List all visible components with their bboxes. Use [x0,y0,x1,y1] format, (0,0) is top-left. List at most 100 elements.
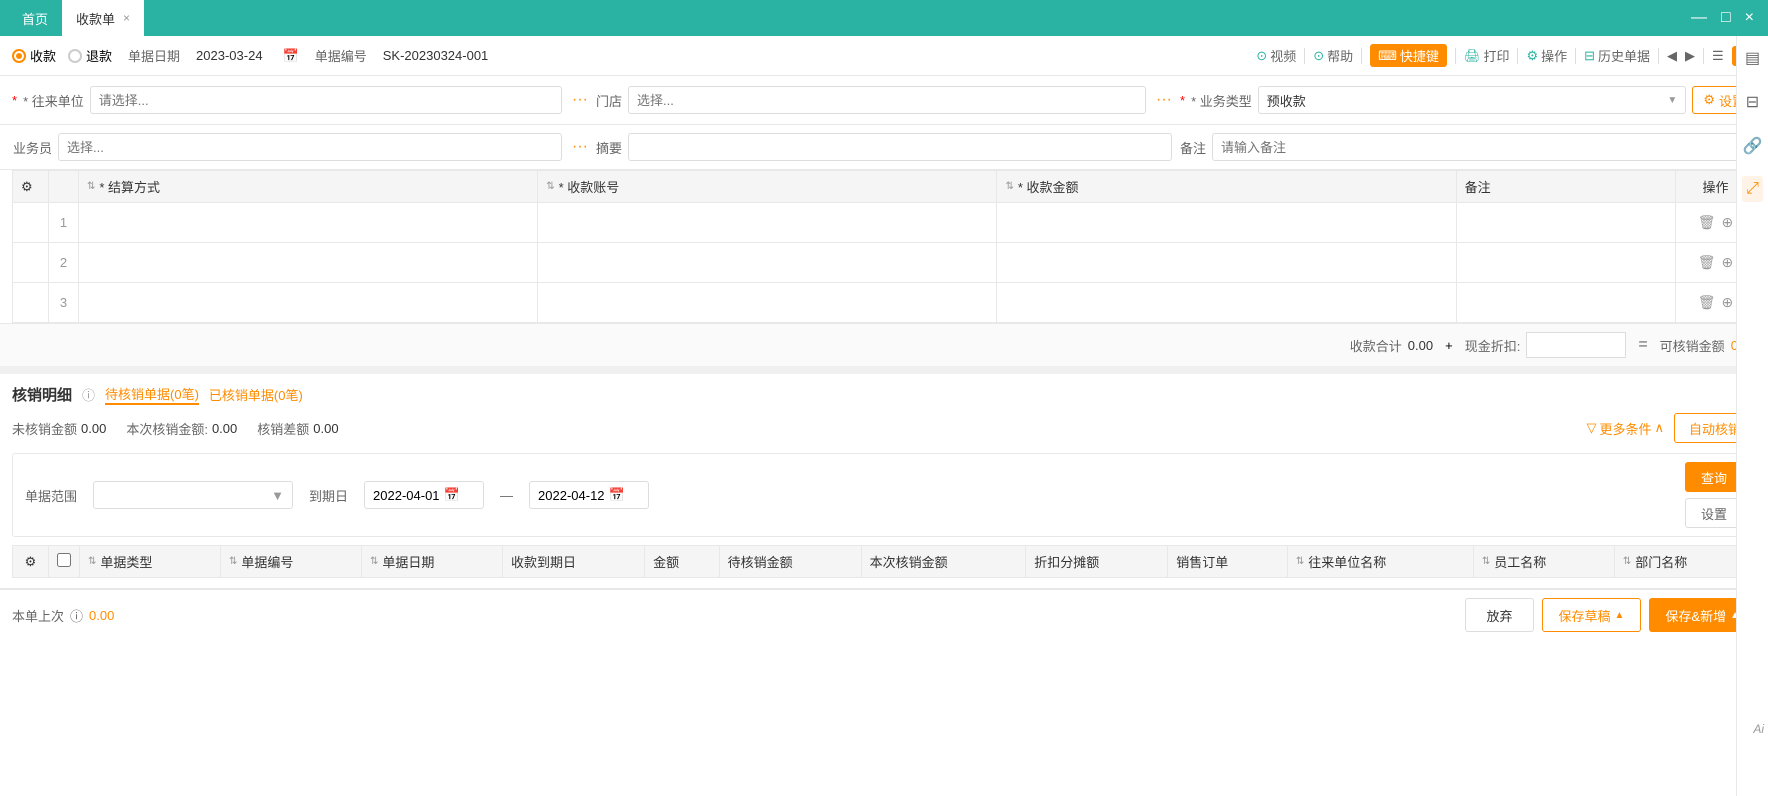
copy-icon-2[interactable]: ⊕ [1722,254,1734,271]
th-account[interactable]: ⇅* 收款账号 [538,171,997,203]
sidebar-icon-expand[interactable]: ⤢ [1742,176,1763,202]
nav-tab-close[interactable]: × [123,11,130,25]
nav-prev[interactable]: ◀ [1667,48,1677,64]
biz-type-label: * 业务类型 [1191,91,1252,110]
shortcut-btn[interactable]: ⌨ 快捷键 [1370,44,1447,67]
counterpart-more[interactable]: ··· [572,91,588,109]
td-account-3[interactable] [538,283,997,323]
bth-date-label: 单据日期 [382,552,434,571]
remark-input[interactable] [1212,133,1756,161]
store-input[interactable] [628,86,1146,114]
tab-done[interactable]: 已核销单据(0笔) [209,385,303,404]
divider1 [1304,48,1305,64]
td-amount-3[interactable] [997,283,1456,323]
bth-staff[interactable]: ⇅员工名称 [1473,546,1614,578]
bth-checkbox[interactable] [49,546,80,578]
nav-home[interactable]: 首页 [8,0,62,36]
td-account-2[interactable] [538,243,997,283]
print-icon: 🖨 [1464,48,1481,64]
copy-icon-1[interactable]: ⊕ [1722,214,1734,231]
td-remark-1[interactable] [1456,203,1675,243]
list-view[interactable]: ☰ [1712,48,1724,64]
td-amount-2[interactable] [997,243,1456,283]
date-to-picker[interactable]: 2022-04-12 📅 [529,481,649,509]
td-remark-2[interactable] [1456,243,1675,283]
filter-setting-btn[interactable]: 设置 [1685,498,1743,528]
radio-circle-refund [68,49,82,63]
operate-icon: ⚙ [1526,48,1538,64]
td-settle-3[interactable] [79,283,538,323]
th-amount[interactable]: ⇅* 收款金额 [997,171,1456,203]
sidebar-icon-link[interactable]: 🔗 [1739,132,1767,160]
top-nav: 首页 收款单 × — □ × [0,0,1768,36]
abandon-btn[interactable]: 放弃 [1465,598,1533,632]
action-video[interactable]: ⊙ 视频 [1256,46,1296,65]
biz-type-value: 预收款 [1267,91,1306,110]
staff-label: 业务员 [12,138,52,157]
action-history[interactable]: ⊟ 历史单据 [1584,46,1650,65]
staff-input[interactable] [58,133,562,161]
td-settle-2[interactable] [79,243,538,283]
delete-icon-3[interactable]: 🗑 [1698,294,1716,311]
receipt-table: ⚙ ⇅* 结算方式 ⇅* 收款账号 ⇅* 收款金额 备注 操作 [12,170,1756,323]
bth-no[interactable]: ⇅单据编号 [221,546,362,578]
calendar-icon[interactable]: 📅 [283,48,299,64]
bth-discount: 折扣分摊额 [1026,546,1168,578]
cash-discount-input[interactable] [1526,332,1626,358]
more-conditions-btn[interactable]: ▽ 更多条件 ∧ [1586,419,1664,438]
save-draft-btn[interactable]: 保存草稿 ▲ [1542,598,1642,632]
prev-icon: ⓘ [70,606,83,625]
counterpart-input[interactable] [90,86,562,114]
range-select[interactable]: ▼ [93,481,293,509]
more-conditions-label: 更多条件 [1599,419,1651,438]
td-settle-1[interactable] [79,203,538,243]
store-more[interactable]: ··· [1156,91,1172,109]
query-btn[interactable]: 查询 [1685,462,1743,492]
nav-tab-receipt[interactable]: 收款单 × [62,0,144,36]
th-row-num [49,171,79,203]
action-help[interactable]: ⊙ 帮助 [1313,46,1353,65]
verify-info-icon[interactable]: ⓘ [82,385,95,404]
total-value: 0.00 [1408,338,1433,353]
th-settle[interactable]: ⇅* 结算方式 [79,171,538,203]
td-account-1[interactable] [538,203,997,243]
bth-type[interactable]: ⇅单据类型 [80,546,221,578]
tab-pending[interactable]: 待核销单据(0笔) [105,384,199,405]
bth-current-label: 本次核销金额 [870,555,948,570]
page-footer: 本单上次 ⓘ 0.00 放弃 保存草稿 ▲ 保存&新增 ▲ [0,588,1768,640]
date-from-picker[interactable]: 2022-04-01 📅 [364,481,484,509]
window-close[interactable]: × [1739,9,1760,27]
window-minimize[interactable]: — [1685,9,1713,27]
summary-input[interactable] [628,133,1172,161]
bth-dept[interactable]: ⇅部门名称 [1614,546,1755,578]
sidebar-icon-list[interactable]: ⊟ [1742,88,1763,116]
action-operate[interactable]: ⚙ 操作 [1526,46,1567,65]
form-fields-row1: * * 往来单位 ··· 门店 ··· * * 业务类型 预收款 ▼ ⚙ 设置 [0,76,1768,125]
bth-due: 收款到期日 [503,546,645,578]
delete-icon-1[interactable]: 🗑 [1698,214,1716,231]
bth-settings[interactable]: ⚙ [13,546,49,578]
save-new-label: 保存&新增 [1665,606,1726,625]
radio-refund[interactable]: 退款 [68,46,112,65]
sidebar-icon-table[interactable]: ▤ [1741,44,1764,72]
action-print[interactable]: 🖨 打印 [1464,46,1510,65]
staff-more[interactable]: ··· [572,138,588,156]
nav-next[interactable]: ▶ [1685,48,1695,64]
copy-icon-3[interactable]: ⊕ [1722,294,1734,311]
radio-receipt[interactable]: 收款 [12,46,56,65]
table-row: 2 🗑 ⊕ [13,243,1756,283]
delete-icon-2[interactable]: 🗑 [1698,254,1716,271]
summary-label: 摘要 [596,138,622,157]
th-settings[interactable]: ⚙ [13,171,49,203]
window-restore[interactable]: □ [1715,9,1737,27]
ai-label[interactable]: Ai [1753,722,1764,736]
td-amount-1[interactable] [997,203,1456,243]
select-all-checkbox[interactable] [57,553,71,567]
bth-date[interactable]: ⇅单据日期 [362,546,503,578]
td-remark-3[interactable] [1456,283,1675,323]
biz-type-field: * * 业务类型 预收款 ▼ ⚙ 设置 [1180,86,1756,114]
radio-receipt-label: 收款 [30,46,56,65]
no-label: 单据编号 [315,46,367,65]
biz-type-select[interactable]: 预收款 ▼ [1258,86,1687,114]
bth-counterpart[interactable]: ⇅往来单位名称 [1287,546,1473,578]
